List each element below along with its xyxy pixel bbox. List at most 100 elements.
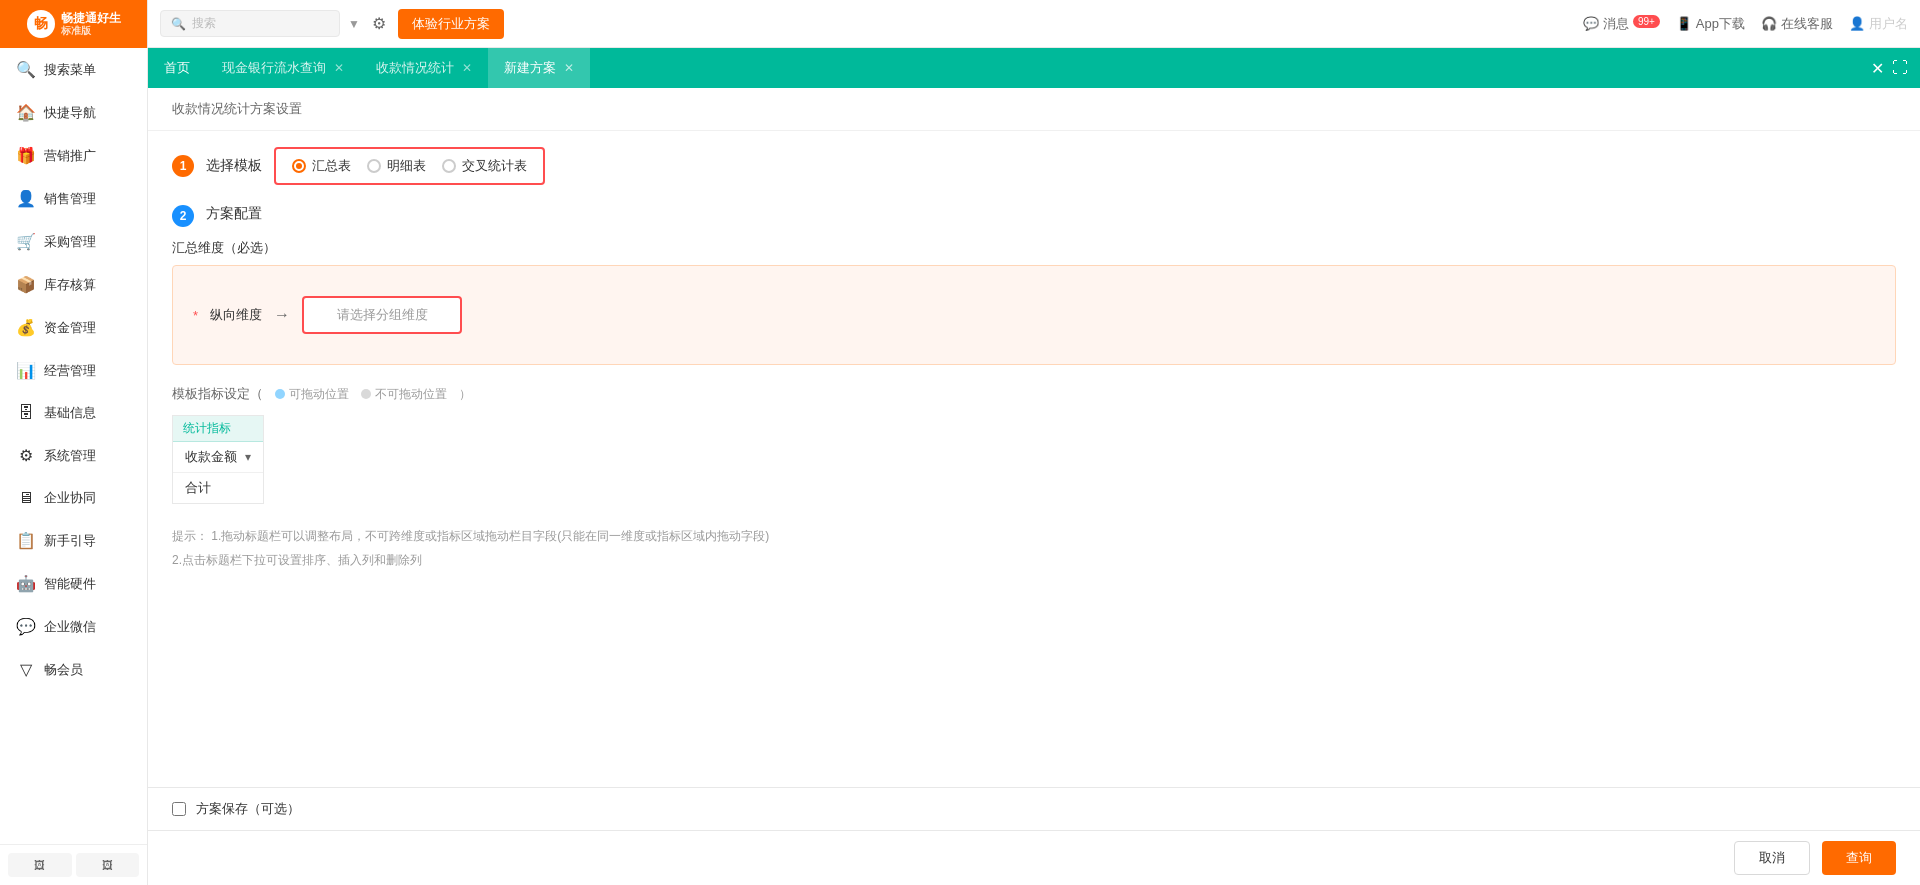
table-section-label: 统计指标 <box>173 416 263 442</box>
dim-arrow-icon: → <box>274 306 290 324</box>
sidebar-item-purchase[interactable]: 🛒 采购管理 <box>0 220 147 263</box>
logo-text: 畅捷通好生 标准版 <box>61 11 121 37</box>
tab-expand-icon[interactable]: ⛶ <box>1892 59 1908 77</box>
dimension-title: 汇总维度（必选） <box>172 239 1896 257</box>
step1-badge: 1 <box>172 155 194 177</box>
radio-circle-detail <box>367 159 381 173</box>
content-inner: 收款情况统计方案设置 1 选择模板 汇总表 <box>148 88 1920 830</box>
sidebar-bottom: 🖼 🖼 <box>0 844 147 885</box>
radio-detail[interactable]: 明细表 <box>367 157 426 175</box>
chart-icon: 📊 <box>16 361 36 380</box>
logo-icon: 畅 <box>27 10 55 38</box>
vertical-dim-label: 纵向维度 <box>210 306 262 324</box>
indicator-settings: 模板指标设定（ 可拖动位置 不可拖动位置 ） <box>172 385 1896 504</box>
dim-row: * 纵向维度 → 请选择分组维度 <box>193 296 462 334</box>
bottom-save-row: 方案保存（可选） <box>148 787 1920 830</box>
main-area: 🔍 搜索 ▼ ⚙ 体验行业方案 💬 消息 99+ 📱 App下载 🎧 在线客服 … <box>148 0 1920 885</box>
tab-close-cash-flow[interactable]: ✕ <box>334 61 344 75</box>
sidebar-item-inventory[interactable]: 📦 库存核算 <box>0 263 147 306</box>
save-label[interactable]: 方案保存（可选） <box>196 800 300 818</box>
sidebar-item-search-menu[interactable]: 🔍 搜索菜单 <box>0 48 147 91</box>
cancel-button[interactable]: 取消 <box>1734 841 1810 875</box>
search-bar[interactable]: 🔍 搜索 <box>160 10 340 37</box>
sidebar-item-operations[interactable]: 📊 经营管理 <box>0 349 147 392</box>
settings-gear-icon[interactable]: ⚙ <box>372 14 386 33</box>
content-area: 收款情况统计方案设置 1 选择模板 汇总表 <box>148 88 1920 830</box>
top-header: 🔍 搜索 ▼ ⚙ 体验行业方案 💬 消息 99+ 📱 App下载 🎧 在线客服 … <box>148 0 1920 48</box>
sidebar-item-finance[interactable]: 💰 资金管理 <box>0 306 147 349</box>
table-cell-1[interactable]: 合计 <box>173 473 263 503</box>
radio-cross[interactable]: 交叉统计表 <box>442 157 527 175</box>
app-download-item[interactable]: 📱 App下载 <box>1676 15 1745 33</box>
sidebar-item-quick-nav[interactable]: 🏠 快捷导航 <box>0 91 147 134</box>
tab-close-collection-stats[interactable]: ✕ <box>462 61 472 75</box>
sidebar-item-sales[interactable]: 👤 销售管理 <box>0 177 147 220</box>
tab-new-plan[interactable]: 新建方案 ✕ <box>488 48 590 88</box>
dimension-subsection: 汇总维度（必选） * 纵向维度 → 请选择分组维度 <box>172 239 1896 365</box>
tip-item-0: 提示： 1.拖动标题栏可以调整布局，不可跨维度或指标区域拖动栏目字段(只能在同一… <box>172 524 1896 548</box>
money-icon: 💰 <box>16 318 36 337</box>
step2-title: 方案配置 <box>206 205 262 223</box>
tab-bar: 首页 现金银行流水查询 ✕ 收款情况统计 ✕ 新建方案 ✕ ✕ ⛶ <box>148 48 1920 88</box>
trial-button[interactable]: 体验行业方案 <box>398 9 504 39</box>
sidebar-item-enterprise-wechat[interactable]: 💬 企业微信 <box>0 605 147 648</box>
user-item[interactable]: 👤 用户名 <box>1849 15 1908 33</box>
notification-item[interactable]: 💬 消息 99+ <box>1583 15 1660 33</box>
user-icon: 👤 <box>16 189 36 208</box>
step2-badge: 2 <box>172 205 194 227</box>
tab-close-new-plan[interactable]: ✕ <box>564 61 574 75</box>
table-preview: 统计指标 收款金额 ▾ 合计 <box>172 415 264 504</box>
dropdown-arrow-icon[interactable]: ▼ <box>348 17 360 31</box>
sidebar-item-smart-hardware[interactable]: 🤖 智能硬件 <box>0 562 147 605</box>
monitor-icon: 🖥 <box>16 489 36 507</box>
non-draggable-hint: 不可拖动位置 <box>361 386 447 403</box>
tab-bar-controls: ✕ ⛶ <box>1871 59 1920 78</box>
robot-icon: 🤖 <box>16 574 36 593</box>
tab-home[interactable]: 首页 <box>148 48 206 88</box>
radio-circle-cross <box>442 159 456 173</box>
notification-badge: 99+ <box>1633 15 1660 28</box>
tab-cash-flow[interactable]: 现金银行流水查询 ✕ <box>206 48 360 88</box>
chevron-down-icon-0: ▾ <box>245 450 251 464</box>
clipboard-icon: 📋 <box>16 531 36 550</box>
gift-icon: 🎁 <box>16 146 36 165</box>
tab-collection-stats[interactable]: 收款情况统计 ✕ <box>360 48 488 88</box>
radio-summary[interactable]: 汇总表 <box>292 157 351 175</box>
step2-row: 2 方案配置 <box>172 205 1896 227</box>
tab-close-all-icon[interactable]: ✕ <box>1871 59 1884 78</box>
online-service-item[interactable]: 🎧 在线客服 <box>1761 15 1833 33</box>
search-icon: 🔍 <box>16 60 36 79</box>
top-header-right: 💬 消息 99+ 📱 App下载 🎧 在线客服 👤 用户名 <box>1583 15 1908 33</box>
sidebar-item-member[interactable]: ▽ 畅会员 <box>0 648 147 691</box>
radio-circle-summary <box>292 159 306 173</box>
table-cell-0[interactable]: 收款金额 ▾ <box>173 442 263 473</box>
sidebar-item-enterprise-collab[interactable]: 🖥 企业协同 <box>0 477 147 519</box>
cart-icon: 🛒 <box>16 232 36 251</box>
sidebar-logo: 畅 畅捷通好生 标准版 <box>0 0 147 48</box>
download-icon: 📱 <box>1676 16 1692 31</box>
dim-select-box[interactable]: 请选择分组维度 <box>302 296 462 334</box>
box-icon: 📦 <box>16 275 36 294</box>
member-icon: ▽ <box>16 660 36 679</box>
bottom-action-bar: 取消 查询 <box>148 830 1920 885</box>
template-select: 汇总表 明细表 交叉统计表 <box>274 147 545 185</box>
sidebar-item-guide[interactable]: 📋 新手引导 <box>0 519 147 562</box>
database-icon: 🗄 <box>16 404 36 422</box>
chat-icon: 💬 <box>16 617 36 636</box>
step1-title: 选择模板 <box>206 157 262 175</box>
sidebar: 畅 畅捷通好生 标准版 🔍 搜索菜单 🏠 快捷导航 🎁 营销推广 👤 销售管理 … <box>0 0 148 885</box>
sidebar-item-basic-info[interactable]: 🗄 基础信息 <box>0 392 147 434</box>
tip-item-1: 2.点击标题栏下拉可设置排序、插入列和删除列 <box>172 548 1896 572</box>
tips-section: 提示： 1.拖动标题栏可以调整布局，不可跨维度或指标区域拖动栏目字段(只能在同一… <box>172 524 1896 572</box>
form-section: 1 选择模板 汇总表 明细表 交 <box>148 131 1920 787</box>
dimension-area: * 纵向维度 → 请选择分组维度 <box>172 265 1896 365</box>
sidebar-item-marketing[interactable]: 🎁 营销推广 <box>0 134 147 177</box>
save-checkbox[interactable] <box>172 802 186 816</box>
query-button[interactable]: 查询 <box>1822 841 1896 875</box>
sidebar-bottom-btn2[interactable]: 🖼 <box>76 853 140 877</box>
search-bar-placeholder: 搜索 <box>192 15 216 32</box>
settings-icon: ⚙ <box>16 446 36 465</box>
sidebar-bottom-btn1[interactable]: 🖼 <box>8 853 72 877</box>
sidebar-item-system[interactable]: ⚙ 系统管理 <box>0 434 147 477</box>
config-section: 汇总维度（必选） * 纵向维度 → 请选择分组维度 <box>172 239 1896 572</box>
